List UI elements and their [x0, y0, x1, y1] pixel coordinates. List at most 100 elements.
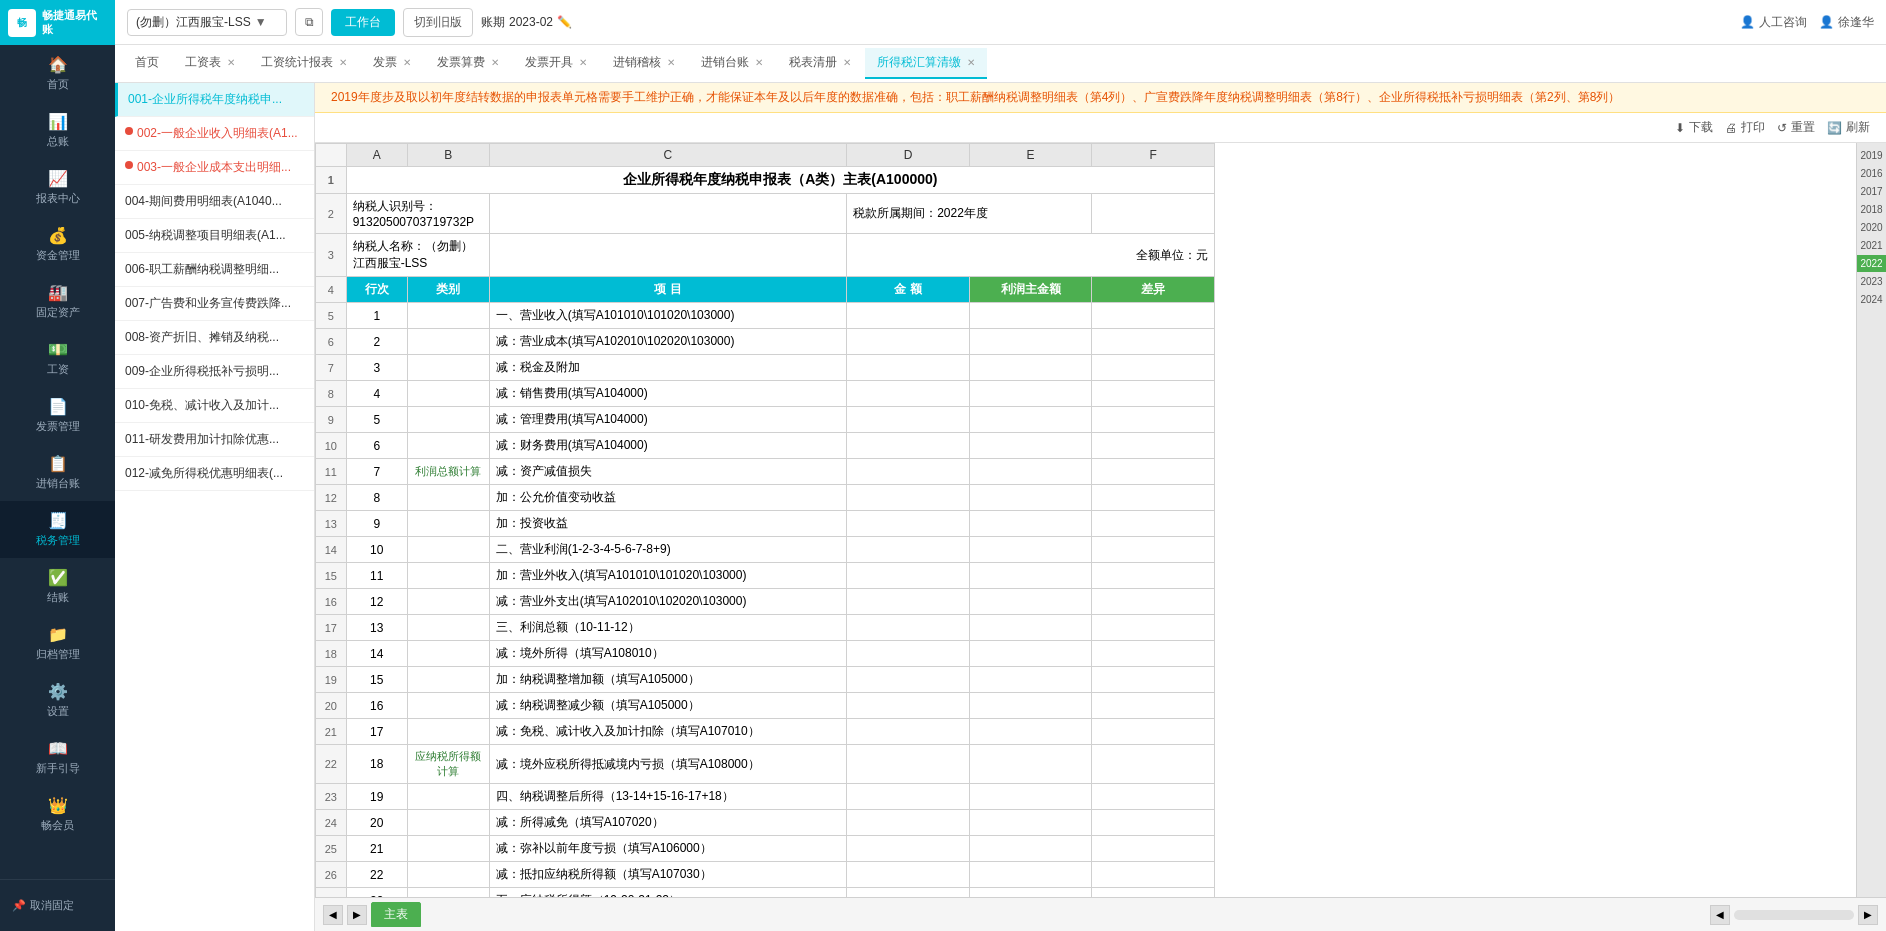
tab-tax-forms-close[interactable]: ✕ [843, 57, 851, 68]
tab-invoice-issue[interactable]: 发票开具 ✕ [513, 48, 599, 79]
row-num-3: 3 [316, 234, 347, 277]
sidebar-item-tax[interactable]: 🧾 税务管理 [0, 501, 115, 558]
form-item-006[interactable]: 006-职工薪酬纳税调整明细... [115, 253, 314, 287]
tab-purchase-ledger[interactable]: 进销台账 ✕ [689, 48, 775, 79]
fixed-assets-icon: 🏭 [48, 283, 68, 302]
company-selector[interactable]: (勿删）江西服宝-LSS ▼ [127, 9, 287, 36]
row-num-2: 2 [316, 194, 347, 234]
tab-income-tax[interactable]: 所得税汇算清缴 ✕ [865, 48, 987, 79]
form-item-010[interactable]: 010-免税、减计收入及加计... [115, 389, 314, 423]
sidebar-item-member[interactable]: 👑 畅会员 [0, 786, 115, 843]
tab-invoice-issue-close[interactable]: ✕ [579, 57, 587, 68]
tab-purchase-check[interactable]: 进销稽核 ✕ [601, 48, 687, 79]
sidebar-item-invoice[interactable]: 📄 发票管理 [0, 387, 115, 444]
form-item-004[interactable]: 004-期间费用明细表(A1040... [115, 185, 314, 219]
spreadsheet-wrapper[interactable]: A B C D E F 1 企业所 [315, 143, 1856, 897]
sidebar-item-archive[interactable]: 📁 归档管理 [0, 615, 115, 672]
tab-payroll-report-close[interactable]: ✕ [339, 57, 347, 68]
sidebar-item-reports[interactable]: 📈 报表中心 [0, 159, 115, 216]
year-btn-2021[interactable]: 2021 [1857, 237, 1886, 254]
form-item-003[interactable]: 003-一般企业成本支出明细... [115, 151, 314, 185]
period-label: 账期 [481, 14, 505, 31]
col-label-category: 类别 [407, 277, 489, 303]
sheet-tabs-bar: ◀ ▶ 主表 ◀ ▶ [315, 897, 1886, 931]
sidebar-item-label: 归档管理 [36, 647, 80, 662]
table-row: 27 23 五、应纳税所得额（19-20-21-22） [316, 888, 1215, 898]
col-label-amount: 金 额 [847, 277, 970, 303]
dropdown-arrow-icon: ▼ [255, 15, 267, 29]
sidebar-item-fixed-assets[interactable]: 🏭 固定资产 [0, 273, 115, 330]
table-row: 21 17 减：免税、减计收入及加计扣除（填写A107010） [316, 719, 1215, 745]
form-item-012[interactable]: 012-减免所得税优惠明细表(... [115, 457, 314, 491]
sheet-nav-prev[interactable]: ◀ [323, 905, 343, 925]
tab-invoice-close[interactable]: ✕ [403, 57, 411, 68]
sidebar-item-guide[interactable]: 📖 新手引导 [0, 729, 115, 786]
form-item-002[interactable]: 002-一般企业收入明细表(A1... [115, 117, 314, 151]
col-header-D: D [847, 144, 970, 167]
refresh-button[interactable]: 🔄 刷新 [1827, 119, 1870, 136]
refresh-icon: 🔄 [1827, 121, 1842, 135]
horizontal-scrollbar[interactable] [1734, 910, 1854, 920]
period-edit-icon[interactable]: ✏️ [557, 15, 572, 29]
sidebar-item-funds[interactable]: 💰 资金管理 [0, 216, 115, 273]
form-005-label: 005-纳税调整项目明细表(A1... [125, 227, 286, 244]
col-label-linenum: 行次 [346, 277, 407, 303]
table-toolbar: ⬇ 下载 🖨 打印 ↺ 重置 🔄 刷新 [315, 113, 1886, 143]
year-btn-2019[interactable]: 2019 [1857, 147, 1886, 164]
form-item-001[interactable]: 001-企业所得税年度纳税申... [115, 83, 314, 117]
tab-purchase-ledger-close[interactable]: ✕ [755, 57, 763, 68]
tab-payroll-report[interactable]: 工资统计报表 ✕ [249, 48, 359, 79]
sidebar-item-closing[interactable]: ✅ 结账 [0, 558, 115, 615]
form-010-label: 010-免税、减计收入及加计... [125, 397, 279, 414]
form-item-008[interactable]: 008-资产折旧、摊销及纳税... [115, 321, 314, 355]
form-item-007[interactable]: 007-广告费和业务宣传费跌降... [115, 287, 314, 321]
tab-tax-forms[interactable]: 税表清册 ✕ [777, 48, 863, 79]
copy-icon-btn[interactable]: ⧉ [295, 8, 323, 36]
year-btn-2020[interactable]: 2020 [1857, 219, 1886, 236]
tab-invoice-calc-close[interactable]: ✕ [491, 57, 499, 68]
tab-purchase-check-close[interactable]: ✕ [667, 57, 675, 68]
form-item-011[interactable]: 011-研发费用加计扣除优惠... [115, 423, 314, 457]
sidebar-item-purchase[interactable]: 📋 进销台账 [0, 444, 115, 501]
sidebar-item-payroll[interactable]: 💵 工资 [0, 330, 115, 387]
sheet-nav-next[interactable]: ▶ [347, 905, 367, 925]
year-btn-2024[interactable]: 2024 [1857, 291, 1886, 308]
sheet-tab-main[interactable]: 主表 [371, 902, 421, 927]
tab-invoice[interactable]: 发票 ✕ [361, 48, 423, 79]
reset-button[interactable]: ↺ 重置 [1777, 119, 1815, 136]
download-label: 下载 [1689, 119, 1713, 136]
download-button[interactable]: ⬇ 下载 [1675, 119, 1713, 136]
user-profile-btn[interactable]: 👤 徐逢华 [1819, 14, 1874, 31]
table-row: 14 10 二、营业利润(1-2-3-4-5-6-7-8+9) [316, 537, 1215, 563]
tab-home[interactable]: 首页 [123, 48, 171, 79]
tab-invoice-label: 发票 [373, 54, 397, 71]
sidebar-item-ledger[interactable]: 📊 总账 [0, 102, 115, 159]
tab-invoice-calc-label: 发票算费 [437, 54, 485, 71]
workbench-button[interactable]: 工作台 [331, 9, 395, 36]
scroll-right-btn[interactable]: ▶ [1858, 905, 1878, 925]
scroll-left-btn[interactable]: ◀ [1710, 905, 1730, 925]
form-item-005[interactable]: 005-纳税调整项目明细表(A1... [115, 219, 314, 253]
print-button[interactable]: 🖨 打印 [1725, 119, 1765, 136]
pin-sidebar-button[interactable]: 📌 取消固定 [0, 890, 115, 921]
year-btn-2022[interactable]: 2022 [1857, 255, 1886, 272]
year-btn-2016[interactable]: 2016 [1857, 165, 1886, 182]
company-label-cell: 纳税人名称：（勿删）江西服宝-LSS [346, 234, 489, 277]
customer-service-btn[interactable]: 👤 人工咨询 [1740, 14, 1807, 31]
table-taxid-row: 2 纳税人识别号：91320500703719732P 税款所属期间：2022年… [316, 194, 1215, 234]
year-btn-2018[interactable]: 2018 [1857, 201, 1886, 218]
tab-invoice-calc[interactable]: 发票算费 ✕ [425, 48, 511, 79]
form-item-009[interactable]: 009-企业所得税抵补亏损明... [115, 355, 314, 389]
switch-old-button[interactable]: 切到旧版 [403, 8, 473, 37]
tab-payroll-close[interactable]: ✕ [227, 57, 235, 68]
sidebar-item-label: 结账 [47, 590, 69, 605]
year-btn-2017[interactable]: 2017 [1857, 183, 1886, 200]
form-008-label: 008-资产折旧、摊销及纳税... [125, 329, 279, 346]
sidebar-item-home[interactable]: 🏠 首页 [0, 45, 115, 102]
sidebar-item-settings[interactable]: ⚙️ 设置 [0, 672, 115, 729]
year-navigator: 2019 2016 2017 2018 2020 2021 2022 2023 … [1856, 143, 1886, 897]
sidebar-item-label: 资金管理 [36, 248, 80, 263]
tab-payroll[interactable]: 工资表 ✕ [173, 48, 247, 79]
tab-income-tax-close[interactable]: ✕ [967, 57, 975, 68]
year-btn-2023[interactable]: 2023 [1857, 273, 1886, 290]
